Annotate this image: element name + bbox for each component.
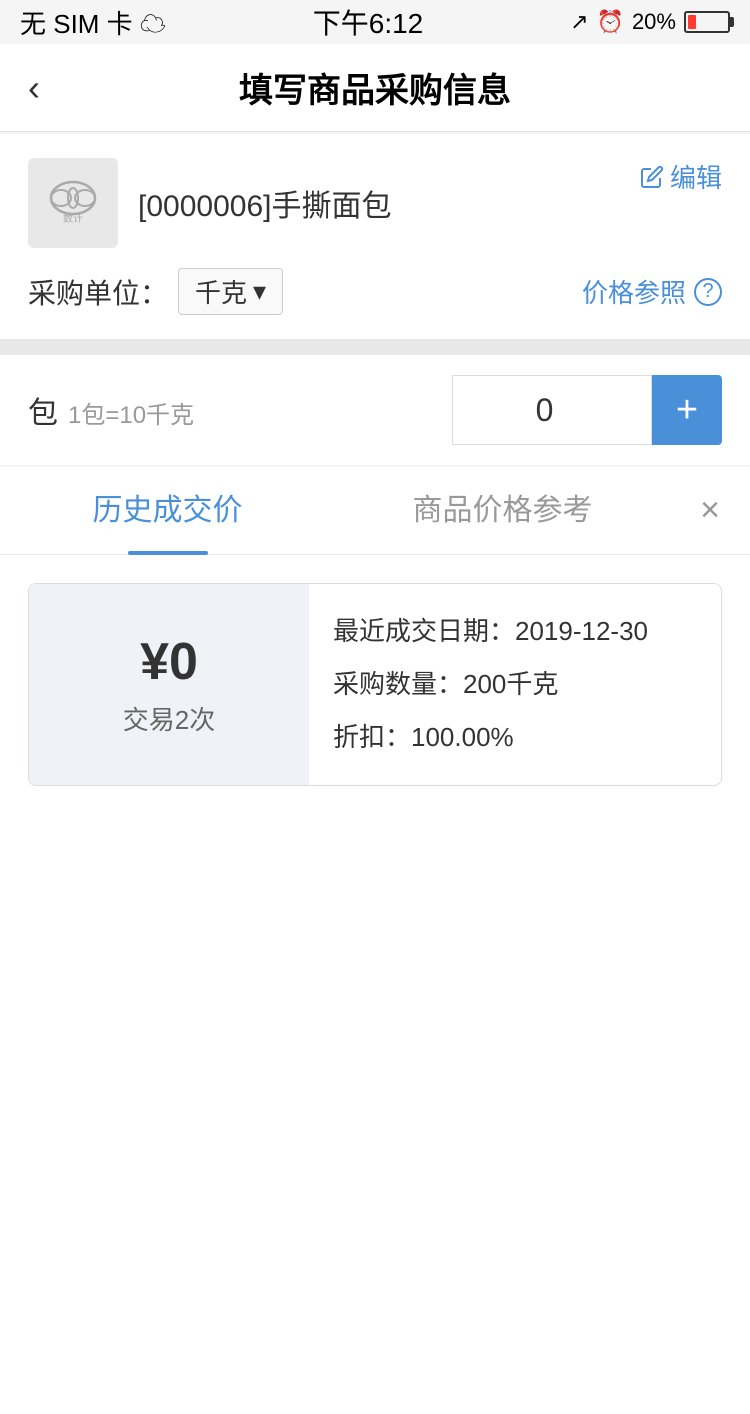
purchase-qty-value: 200千克 — [463, 669, 558, 699]
status-time: 下午6:12 — [313, 2, 424, 42]
quantity-plus-button[interactable]: + — [652, 375, 722, 445]
unit-value: 千克 — [195, 273, 247, 310]
history-price-value: ¥0 — [140, 632, 198, 692]
unit-dropdown-icon: ▾ — [253, 276, 266, 307]
tab-history-price[interactable]: 历史成交价 — [0, 467, 335, 555]
quantity-label: 包 1包=10千克 — [28, 388, 194, 432]
qty-unit: 包 — [28, 388, 58, 432]
tabs-header: 历史成交价 商品价格参考 × — [0, 467, 750, 555]
sim-status: 无 SIM 卡 ☁ — [20, 4, 166, 41]
recent-date-row: 最近成交日期：2019-12-30 — [333, 612, 697, 651]
qty-conversion: 1包=10千克 — [68, 395, 194, 430]
tab-close-button[interactable]: × — [670, 467, 750, 555]
history-left: ¥0 交易2次 — [29, 584, 309, 785]
info-icon: ? — [694, 278, 722, 306]
divider — [0, 339, 750, 355]
product-left: 数计 [0000006]手撕面包 — [28, 158, 391, 248]
alarm-icon: ⏰ — [597, 9, 624, 35]
svg-text:数计: 数计 — [63, 212, 83, 225]
history-card: ¥0 交易2次 最近成交日期：2019-12-30 采购数量：200千克 折扣：… — [28, 583, 722, 786]
purchase-qty-row: 采购数量：200千克 — [333, 665, 697, 704]
price-amount: 0 — [169, 633, 198, 691]
quantity-row: 包 1包=10千克 + — [0, 355, 750, 465]
history-trades: 交易2次 — [123, 700, 215, 737]
location-icon: ↗ — [570, 9, 588, 35]
quantity-input-wrap: + — [452, 375, 722, 445]
recent-date-label: 最近成交日期： — [333, 616, 515, 646]
currency-symbol: ¥ — [140, 633, 169, 691]
page-title: 填写商品采购信息 — [239, 63, 511, 112]
product-thumbnail: 数计 — [28, 158, 118, 248]
purchase-unit: 采购单位： 千克 ▾ — [28, 268, 283, 315]
status-bar: 无 SIM 卡 ☁ 下午6:12 ↗ ⏰ 20% — [0, 0, 750, 44]
quantity-input[interactable] — [452, 375, 652, 445]
product-card: 数计 [0000006]手撕面包 编辑 采购单位： 千克 ▾ 价格参照 ? — [0, 134, 750, 339]
back-button[interactable]: ‹ — [28, 67, 40, 109]
product-bottom: 采购单位： 千克 ▾ 价格参照 ? — [28, 268, 722, 315]
battery-fill — [688, 15, 696, 29]
product-name: [0000006]手撕面包 — [138, 181, 391, 225]
edit-label: 编辑 — [670, 158, 722, 195]
price-ref-label: 价格参照 — [582, 273, 686, 310]
battery-percent: 20% — [632, 9, 676, 35]
price-ref-button[interactable]: 价格参照 ? — [582, 273, 722, 310]
nav-bar: ‹ 填写商品采购信息 — [0, 44, 750, 132]
bottom-space — [0, 814, 750, 1414]
battery-icon — [684, 11, 730, 33]
history-right: 最近成交日期：2019-12-30 采购数量：200千克 折扣：100.00% — [309, 584, 721, 785]
recent-date-value: 2019-12-30 — [515, 616, 648, 646]
discount-row: 折扣：100.00% — [333, 718, 697, 757]
unit-select[interactable]: 千克 ▾ — [178, 268, 283, 315]
tab-price-ref[interactable]: 商品价格参考 — [335, 467, 670, 555]
status-right: ↗ ⏰ 20% — [570, 9, 730, 35]
status-left: 无 SIM 卡 ☁ — [20, 4, 166, 41]
purchase-unit-label: 采购单位： — [28, 272, 168, 312]
product-top: 数计 [0000006]手撕面包 编辑 — [28, 158, 722, 248]
discount-label: 折扣： — [333, 722, 411, 752]
history-price-content: ¥0 交易2次 最近成交日期：2019-12-30 采购数量：200千克 折扣：… — [0, 555, 750, 814]
tabs-panel: 历史成交价 商品价格参考 × ¥0 交易2次 最近成交日期：2019-12-30… — [0, 467, 750, 814]
purchase-qty-label: 采购数量： — [333, 669, 463, 699]
edit-button[interactable]: 编辑 — [640, 158, 722, 195]
discount-value: 100.00% — [411, 722, 514, 752]
